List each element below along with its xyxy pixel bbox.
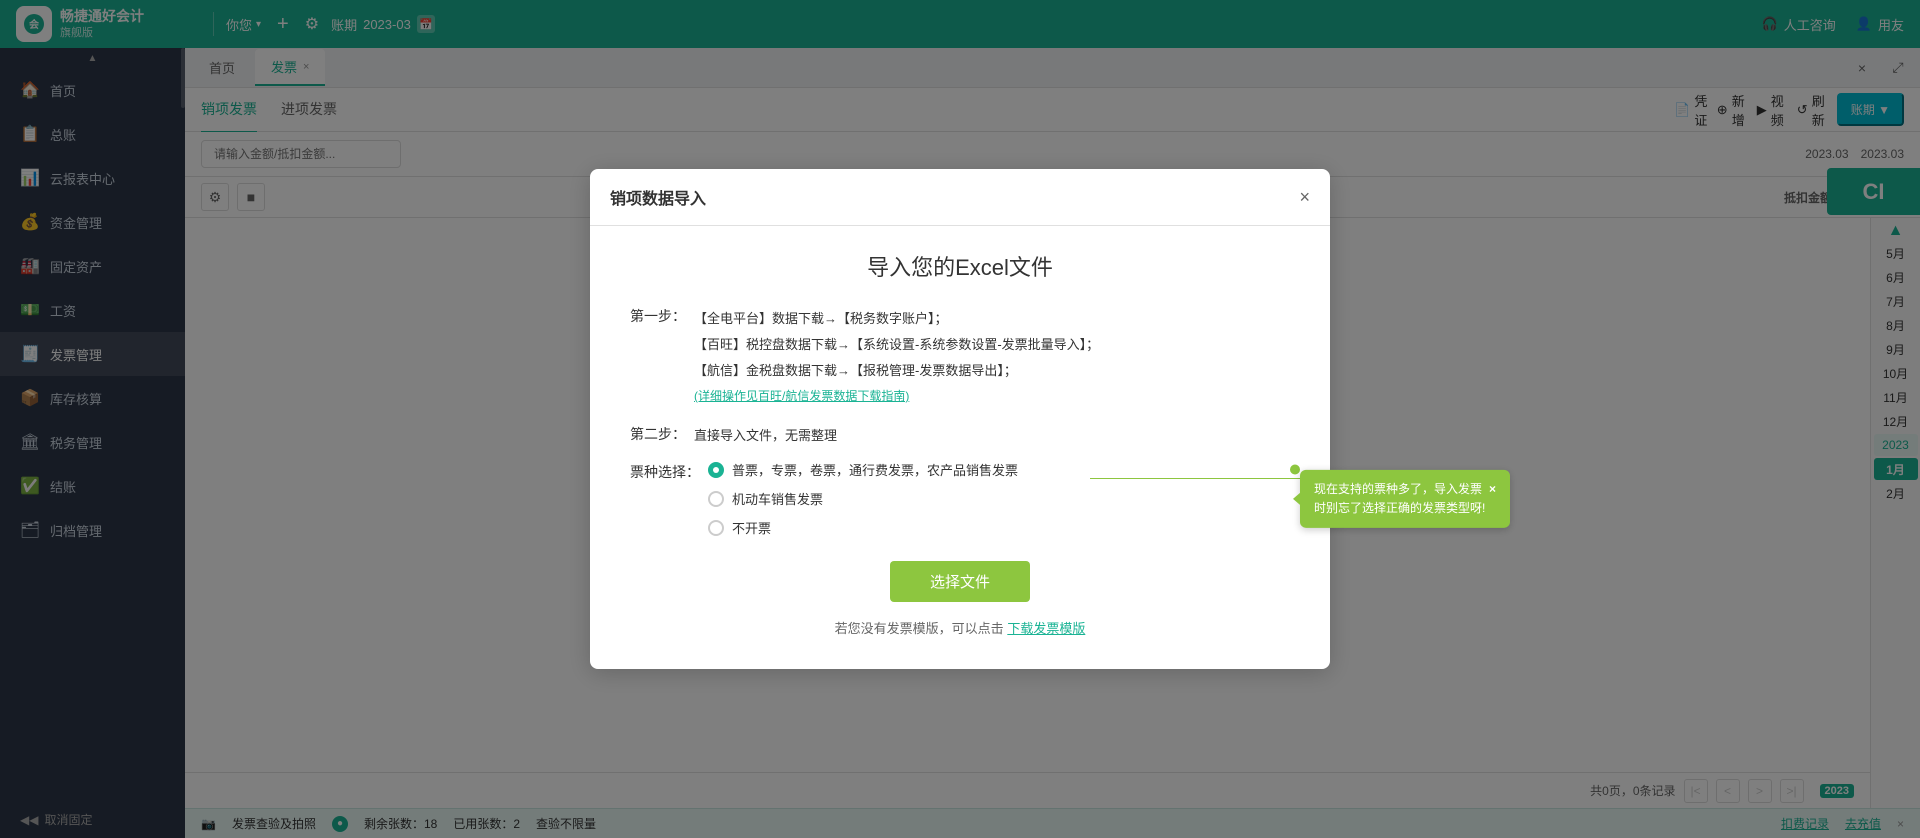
step1-link[interactable]: (详细操作见百旺/航信发票数据下载指南) (694, 389, 909, 403)
step2-label: 第二步： (630, 424, 686, 444)
modal-main-title: 导入您的Excel文件 (630, 250, 1290, 282)
ticket-select: 票种选择： 普票，专票，卷票，通行费发票，农产品销售发票 (630, 460, 1290, 537)
radio-label-2: 机动车销售发票 (732, 489, 823, 508)
tooltip-dot (1290, 464, 1300, 474)
radio-unchecked-icon-3 (708, 520, 724, 536)
radio-label-3: 不开票 (732, 518, 771, 537)
step1-line3: 【航信】金税盘数据下载→【报税管理-发票数据导出】； (694, 358, 1099, 384)
step1-line2: 【百旺】税控盘数据下载→【系统设置-系统参数设置-发票批量导入】； (694, 332, 1099, 358)
tooltip-line (1090, 478, 1300, 479)
radio-unchecked-icon-2 (708, 491, 724, 507)
modal-title: 销项数据导入 (610, 185, 706, 209)
ticket-label: 票种选择： (630, 460, 700, 482)
step1-label: 第一步： (630, 306, 686, 326)
modal-footer-note: 若您没有发票模版，可以点击 下载发票模版 (630, 618, 1290, 637)
modal-header: 销项数据导入 × (590, 169, 1330, 226)
footer-note-text: 若您没有发票模版，可以点击 (835, 621, 1004, 636)
tooltip-bubble: × 现在支持的票种多了，导入发票时别忘了选择正确的发票类型呀! (1300, 469, 1510, 527)
step1-row: 第一步： 【全电平台】数据下载→【税务数字账户】； 【百旺】税控盘数据下载→【系… (630, 306, 1290, 408)
modal-close-button[interactable]: × (1299, 188, 1310, 206)
radio-checked-icon (708, 462, 724, 478)
tooltip-content: 现在支持的票种多了，导入发票时别忘了选择正确的发票类型呀! (1314, 481, 1485, 514)
radio-option-2[interactable]: 机动车销售发票 (708, 489, 1290, 508)
step2-row: 第二步： 直接导入文件，无需整理 (630, 424, 1290, 444)
radio-option-1[interactable]: 普票，专票，卷票，通行费发票，农产品销售发票 (708, 460, 1290, 479)
modal-body: 导入您的Excel文件 第一步： 【全电平台】数据下载→【税务数字账户】； 【百… (590, 226, 1330, 669)
step2-content: 直接导入文件，无需整理 (694, 425, 837, 444)
modal-overlay: 销项数据导入 × 导入您的Excel文件 第一步： 【全电平台】数据下载→【税务… (0, 0, 1920, 838)
radio-option-3[interactable]: 不开票 (708, 518, 1290, 537)
select-file-button[interactable]: 选择文件 (890, 561, 1030, 602)
import-modal: 销项数据导入 × 导入您的Excel文件 第一步： 【全电平台】数据下载→【税务… (590, 169, 1330, 669)
tooltip-close-btn[interactable]: × (1489, 479, 1496, 498)
radio-label-1: 普票，专票，卷票，通行费发票，农产品销售发票 (732, 460, 1018, 479)
tooltip-arrow (1293, 493, 1300, 505)
step1-line1: 【全电平台】数据下载→【税务数字账户】； (694, 306, 1099, 332)
download-template-link[interactable]: 下载发票模版 (1007, 621, 1085, 636)
